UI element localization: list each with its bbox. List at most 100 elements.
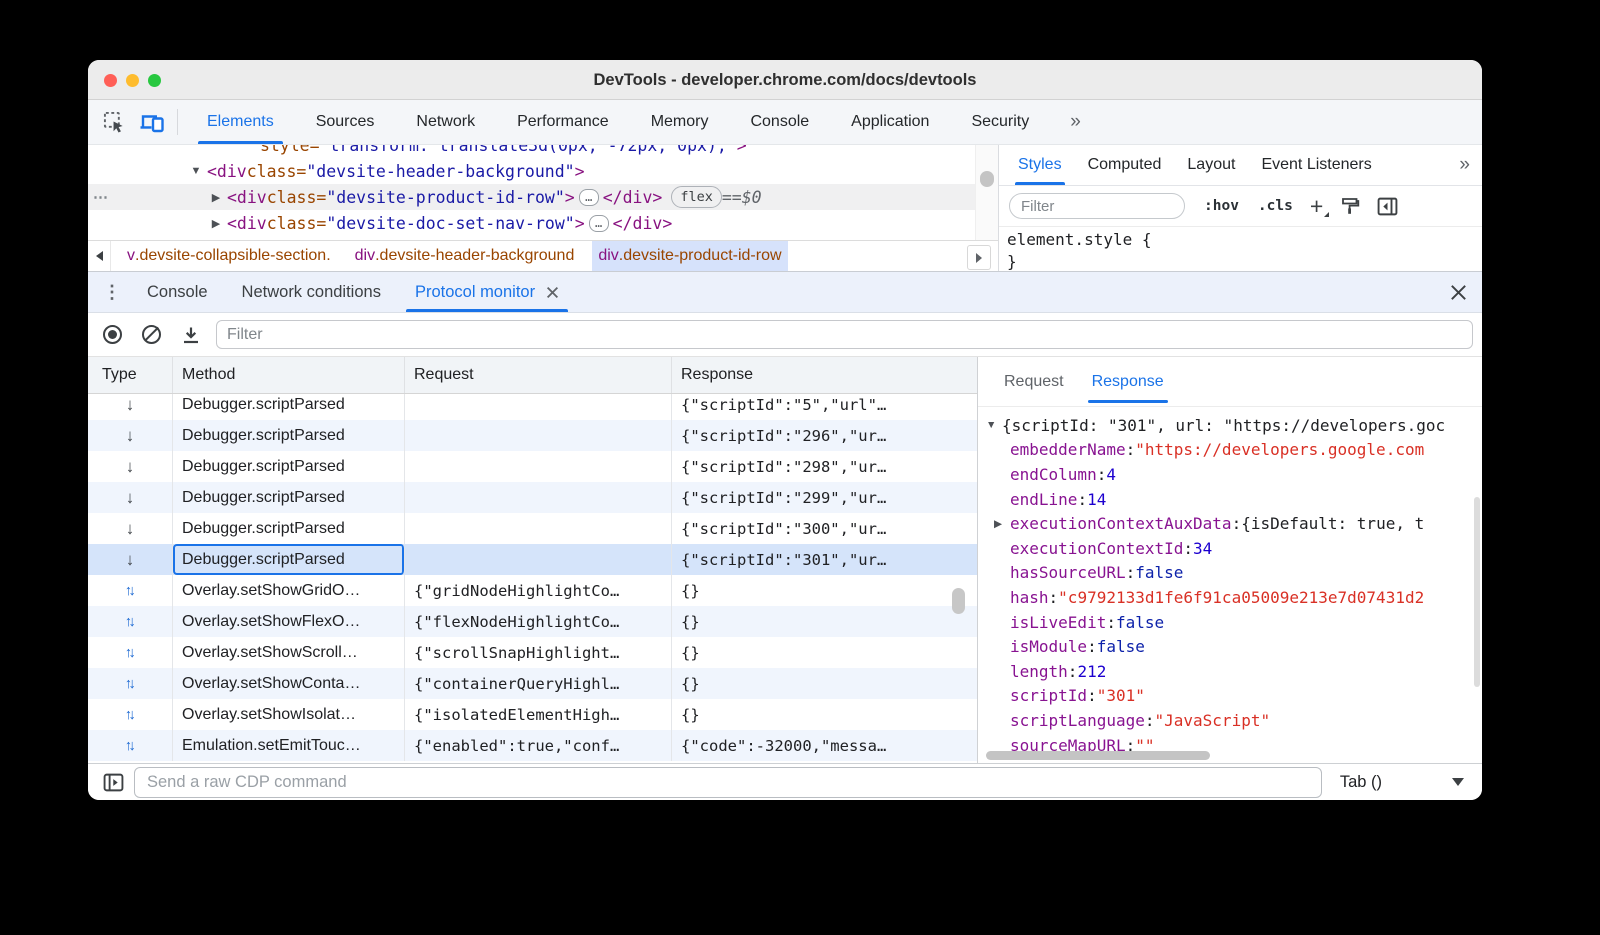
json-tree-row[interactable]: executionContextId: 34 [978, 536, 1482, 561]
row-method-cell[interactable]: Debugger.scriptParsed [173, 544, 405, 575]
column-header-response[interactable]: Response [672, 357, 977, 393]
rendering-emulation-icon[interactable] [1340, 196, 1360, 216]
row-response-cell[interactable]: {"scriptId":"299","ur… [672, 482, 977, 513]
dom-tree-row[interactable]: ⋯▶<div class="devsite-product-id-row">…<… [88, 184, 975, 210]
detail-tab-response[interactable]: Response [1078, 357, 1178, 406]
detail-vscrollbar-thumb[interactable] [1474, 497, 1480, 687]
row-method-cell[interactable]: Overlay.setShowFlexO… [173, 606, 405, 637]
tab-event-listeners[interactable]: Event Listeners [1248, 145, 1384, 185]
row-method-cell[interactable]: Overlay.setShowScroll… [173, 637, 405, 668]
column-header-type[interactable]: Type [88, 357, 173, 393]
table-row[interactable]: ↑↓Overlay.setShowIsolat…{"isolatedElemen… [88, 699, 977, 730]
more-sidebar-tabs-button[interactable]: » [1459, 154, 1470, 176]
dom-tree-row[interactable]: ▼<div class="devsite-header-background"> [88, 158, 975, 184]
row-request-cell[interactable]: {"scrollSnapHighlight… [405, 637, 672, 668]
save-icon[interactable] [181, 325, 201, 345]
record-icon[interactable] [103, 325, 122, 344]
table-row[interactable]: ↑↓Overlay.setShowFlexO…{"flexNodeHighlig… [88, 606, 977, 637]
row-method-cell[interactable]: Debugger.scriptParsed [173, 451, 405, 482]
tab-console[interactable]: Console [729, 100, 830, 144]
row-response-cell[interactable]: {} [672, 668, 977, 699]
element-style-rule[interactable]: element.style { } [999, 227, 1482, 275]
toggle-element-state-button[interactable]: :hov [1204, 198, 1239, 214]
styles-filter-input[interactable] [1009, 193, 1185, 219]
tab-sources[interactable]: Sources [295, 100, 396, 144]
tab-performance[interactable]: Performance [496, 100, 630, 144]
tree-twisty-icon[interactable]: ▼ [189, 165, 203, 177]
row-request-cell[interactable] [405, 420, 672, 451]
table-row[interactable]: ↑↓Emulation.setEmitTouc…{"enabled":true,… [88, 730, 977, 761]
row-request-cell[interactable] [405, 544, 672, 575]
device-toolbar-icon[interactable] [138, 109, 164, 135]
row-method-cell[interactable]: Debugger.scriptParsed [173, 513, 405, 544]
row-method-cell[interactable]: Overlay.setShowConta… [173, 668, 405, 699]
table-row[interactable]: ↓Debugger.scriptParsed{"scriptId":"296",… [88, 420, 977, 451]
target-dropdown-icon[interactable] [1452, 778, 1464, 786]
flex-badge[interactable]: flex [671, 186, 722, 208]
json-tree-row[interactable]: embedderName: "https://developers.google… [978, 438, 1482, 463]
json-twisty-icon[interactable]: ▶ [992, 518, 1010, 530]
row-request-cell[interactable]: {"gridNodeHighlightCo… [405, 575, 672, 606]
breadcrumb-item[interactable]: div.devsite-header-background [349, 241, 581, 271]
show-sidebar-icon[interactable] [103, 773, 124, 792]
breadcrumb-item[interactable]: v.devsite-collapsible-section. [121, 241, 337, 271]
tree-twisty-icon[interactable]: ▶ [209, 217, 223, 230]
row-request-cell[interactable]: {"containerQueryHighl… [405, 668, 672, 699]
drawer-tab-network-conditions[interactable]: Network conditions [225, 272, 398, 312]
row-response-cell[interactable]: {"scriptId":"5","url"… [672, 394, 977, 420]
table-row[interactable]: ↓Debugger.scriptParsed{"scriptId":"301",… [88, 544, 977, 575]
tree-twisty-icon[interactable]: ▶ [209, 191, 223, 204]
drawer-tab-console[interactable]: Console [130, 272, 225, 312]
row-response-cell[interactable]: {} [672, 699, 977, 730]
json-twisty-icon[interactable]: ▼ [984, 419, 1002, 431]
tab-memory[interactable]: Memory [630, 100, 730, 144]
target-selector-label[interactable]: Tab () [1340, 773, 1382, 792]
row-method-cell[interactable]: Overlay.setShowGridO… [173, 575, 405, 606]
row-request-cell[interactable]: {"flexNodeHighlightCo… [405, 606, 672, 637]
json-tree-row[interactable]: scriptId: "301" [978, 684, 1482, 709]
column-header-request[interactable]: Request [405, 357, 672, 393]
elements-scrollbar-thumb[interactable] [980, 171, 994, 187]
json-tree-row[interactable]: isLiveEdit: false [978, 610, 1482, 635]
breadcrumb-next-button[interactable] [967, 245, 991, 270]
table-row[interactable]: ↑↓Overlay.setShowConta…{"containerQueryH… [88, 668, 977, 699]
tab-security[interactable]: Security [950, 100, 1050, 144]
table-row[interactable]: ↑↓Overlay.setShowGridO…{"gridNodeHighlig… [88, 575, 977, 606]
element-classes-button[interactable]: .cls [1258, 198, 1293, 214]
row-method-cell[interactable]: Debugger.scriptParsed [173, 420, 405, 451]
json-tree-row[interactable]: scriptLanguage: "JavaScript" [978, 708, 1482, 733]
table-row[interactable]: ↓Debugger.scriptParsed{"scriptId":"300",… [88, 513, 977, 544]
expand-inline-button[interactable]: … [589, 215, 609, 232]
expand-inline-button[interactable]: … [579, 189, 599, 206]
breadcrumb-item[interactable]: div.devsite-product-id-row [592, 241, 787, 271]
row-method-cell[interactable]: Overlay.setShowIsolat… [173, 699, 405, 730]
dom-tree-row[interactable]: ▶<div class="devsite-doc-set-nav-row">…<… [88, 210, 975, 236]
protocol-filter-input[interactable] [216, 320, 1473, 349]
row-request-cell[interactable] [405, 394, 672, 420]
json-tree-row[interactable]: endLine: 14 [978, 487, 1482, 512]
detail-tab-request[interactable]: Request [990, 357, 1078, 406]
json-tree-row[interactable]: ▶executionContextAuxData: {isDefault: tr… [978, 511, 1482, 536]
clear-icon[interactable] [142, 325, 161, 344]
json-tree-row[interactable]: length: 212 [978, 659, 1482, 684]
row-request-cell[interactable]: {"isolatedElementHigh… [405, 699, 672, 730]
row-response-cell[interactable]: {} [672, 637, 977, 668]
tab-elements[interactable]: Elements [186, 100, 295, 144]
row-method-cell[interactable]: Debugger.scriptParsed [173, 482, 405, 513]
breadcrumb-prev-button[interactable] [88, 241, 111, 271]
row-response-cell[interactable]: {"scriptId":"298","ur… [672, 451, 977, 482]
row-response-cell[interactable]: {"scriptId":"300","ur… [672, 513, 977, 544]
tab-layout[interactable]: Layout [1174, 145, 1248, 185]
new-style-rule-button[interactable]: + [1310, 198, 1323, 214]
table-row[interactable]: ↓Debugger.scriptParsed{"scriptId":"298",… [88, 451, 977, 482]
row-request-cell[interactable] [405, 451, 672, 482]
row-method-cell[interactable]: Emulation.setEmitTouc… [173, 730, 405, 761]
json-tree-row[interactable]: endColumn: 4 [978, 462, 1482, 487]
drawer-menu-icon[interactable]: ⋮ [103, 282, 121, 303]
json-tree-row[interactable]: hash: "c9792133d1fe6f91ca05009e213e7d074… [978, 585, 1482, 610]
row-response-cell[interactable]: {"scriptId":"296","ur… [672, 420, 977, 451]
close-drawer-icon[interactable] [1450, 284, 1467, 301]
table-scrollbar-thumb[interactable] [952, 588, 965, 614]
toggle-sidebar-icon[interactable] [1377, 197, 1398, 216]
column-header-method[interactable]: Method [173, 357, 405, 393]
